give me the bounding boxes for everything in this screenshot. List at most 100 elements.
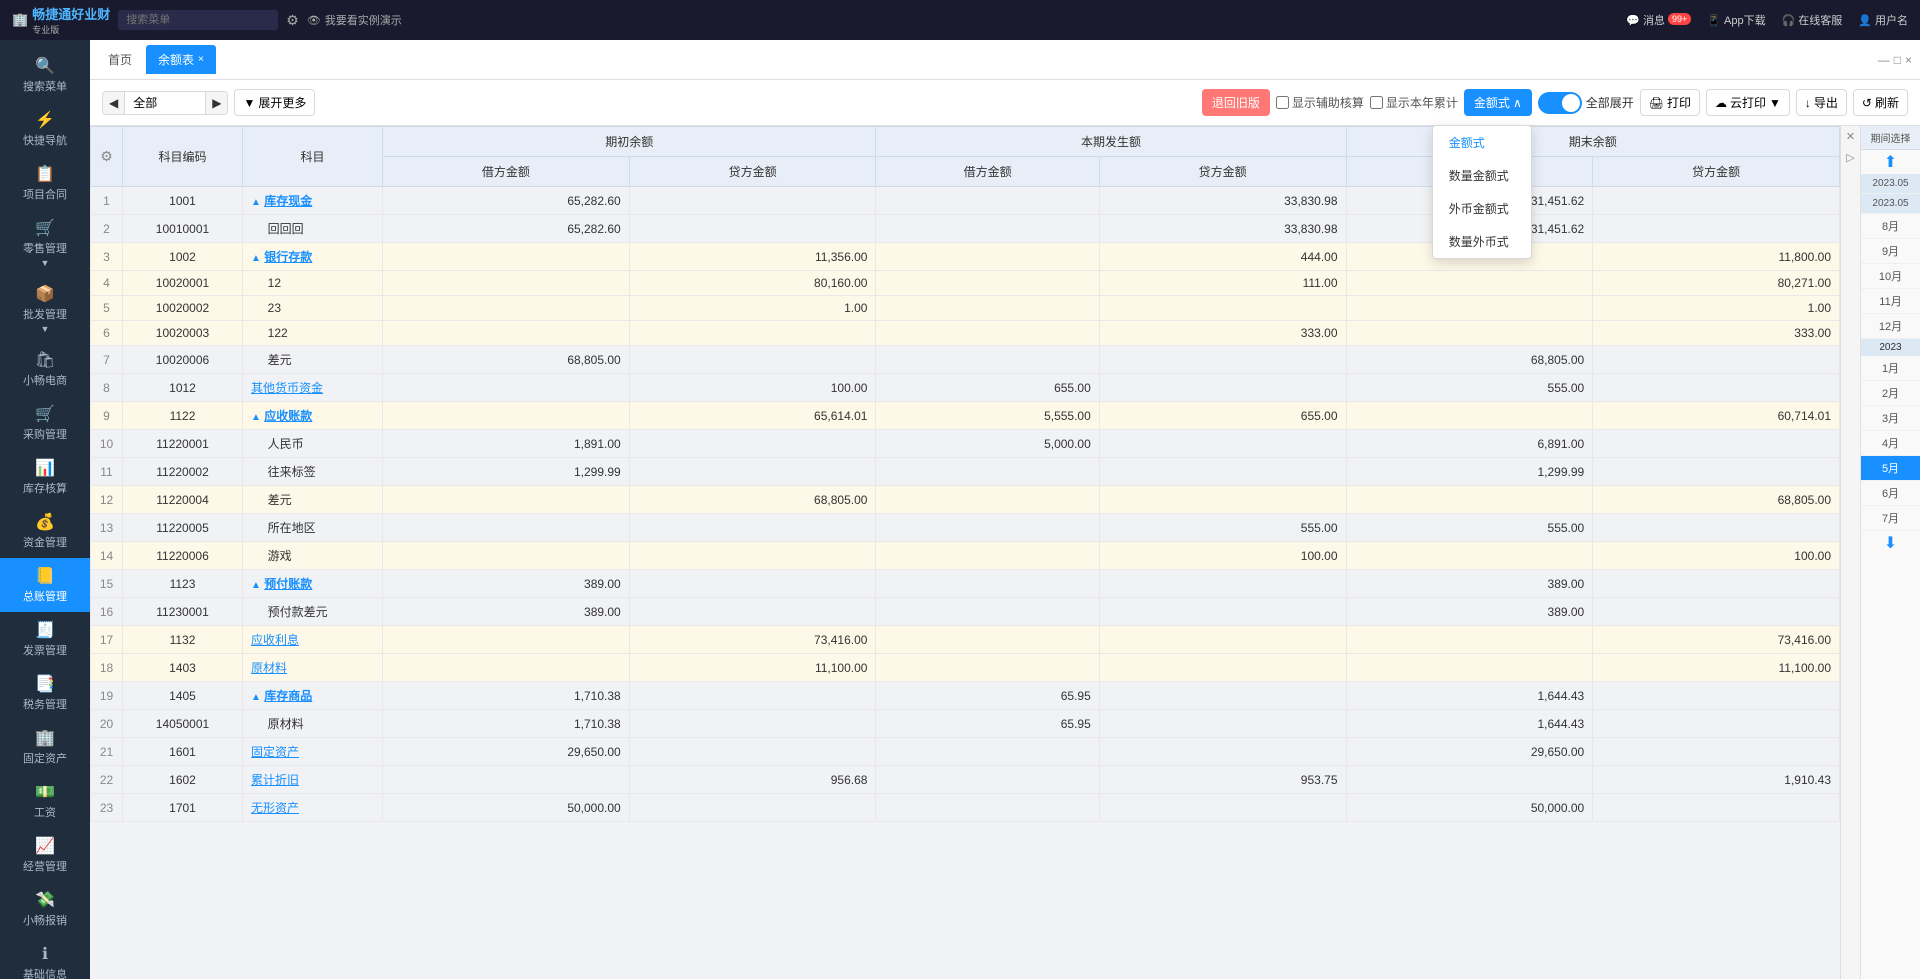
period-nav-up[interactable]: ⬆	[1861, 150, 1920, 174]
settings-col[interactable]: ⚙	[91, 127, 123, 187]
demo-link[interactable]: 👁 我要看实例演示	[307, 12, 402, 28]
sidebar-item-project[interactable]: 📋 项目合同	[0, 156, 90, 210]
row-name-9[interactable]: 人民币	[243, 430, 383, 458]
row-name-8[interactable]: ▲ 应收账款	[243, 402, 383, 430]
right-panel-expand-icon[interactable]: ▷	[1846, 151, 1854, 164]
row-name-10[interactable]: 往来标签	[243, 458, 383, 486]
print-btn[interactable]: 🖨 打印	[1640, 89, 1700, 116]
period-up-icon[interactable]: ⬆	[1884, 152, 1897, 172]
sidebar-item-search[interactable]: 🔍 搜索菜单	[0, 48, 90, 102]
period-8[interactable]: 8月	[1861, 214, 1920, 239]
period-2[interactable]: 2月	[1861, 381, 1920, 406]
row-op-debit-12	[383, 514, 630, 542]
row-name-2[interactable]: ▲ 银行存款	[243, 243, 383, 271]
row-name-20[interactable]: 固定资产	[243, 738, 383, 766]
row-name-5[interactable]: 122	[243, 321, 383, 346]
sidebar-item-quick-nav[interactable]: ⚡ 快捷导航	[0, 102, 90, 156]
row-name-14[interactable]: ▲ 预付账款	[243, 570, 383, 598]
row-name-21[interactable]: 累计折旧	[243, 766, 383, 794]
assist-label: 显示辅助核算	[1292, 94, 1364, 111]
period-3[interactable]: 3月	[1861, 406, 1920, 431]
row-name-16[interactable]: 应收利息	[243, 626, 383, 654]
show-ytd-checkbox[interactable]: 显示本年累计	[1370, 94, 1458, 111]
sidebar-item-invoice[interactable]: 🧾 发票管理	[0, 612, 90, 666]
row-name-1[interactable]: 回回回	[243, 215, 383, 243]
purchase-icon: 🛒	[35, 404, 55, 424]
mode-option-amount[interactable]: 金额式	[1433, 126, 1531, 159]
period-nav-down[interactable]: ⬇	[1861, 531, 1920, 555]
right-panel-close-icon[interactable]: ✕	[1846, 130, 1855, 143]
row-name-13[interactable]: 游戏	[243, 542, 383, 570]
tab-close-btn[interactable]: ×	[198, 54, 204, 65]
sidebar-label-salary: 工资	[34, 804, 56, 820]
row-name-15[interactable]: 预付款差元	[243, 598, 383, 626]
row-name-17[interactable]: 原材料	[243, 654, 383, 682]
expand-more-btn[interactable]: ▼ 展开更多	[234, 89, 315, 116]
app-download-btn[interactable]: 📱 App下载	[1707, 12, 1765, 28]
period-2023-05-end[interactable]: 2023.05	[1861, 194, 1920, 214]
row-name-0[interactable]: ▲ 库存现金	[243, 187, 383, 215]
gear-icon[interactable]: ⚙	[286, 12, 299, 29]
period-6[interactable]: 6月	[1861, 481, 1920, 506]
export-btn[interactable]: ↓ 导出	[1796, 89, 1847, 116]
window-min-btn[interactable]: —	[1878, 53, 1890, 67]
period-12[interactable]: 12月	[1861, 314, 1920, 339]
sidebar-item-salary[interactable]: 💵 工资	[0, 774, 90, 828]
period-9[interactable]: 9月	[1861, 239, 1920, 264]
message-btn[interactable]: 💬 消息 99+	[1626, 12, 1691, 28]
account-search-input[interactable]	[125, 92, 205, 114]
window-max-btn[interactable]: □	[1894, 53, 1901, 67]
period-11[interactable]: 11月	[1861, 289, 1920, 314]
tab-balance-sheet[interactable]: 余额表 ×	[146, 45, 216, 74]
cloud-print-btn[interactable]: ☁ 云打印 ▼	[1706, 89, 1790, 116]
user-avatar[interactable]: 👤 用户名	[1858, 12, 1908, 28]
sidebar-item-assets[interactable]: 🏢 固定资产	[0, 720, 90, 774]
row-name-18[interactable]: ▲ 库存商品	[243, 682, 383, 710]
period-10[interactable]: 10月	[1861, 264, 1920, 289]
sidebar-item-basic[interactable]: ℹ 基础信息	[0, 936, 90, 979]
period-down-icon[interactable]: ⬇	[1884, 533, 1897, 553]
search-next-btn[interactable]: ▶	[205, 92, 227, 114]
tab-home[interactable]: 首页	[98, 45, 142, 74]
row-name-11[interactable]: 差元	[243, 486, 383, 514]
return-old-btn[interactable]: 退回旧版	[1202, 89, 1270, 116]
assist-checkbox-input[interactable]	[1276, 96, 1289, 109]
row-name-22[interactable]: 无形资产	[243, 794, 383, 822]
window-close-btn[interactable]: ×	[1905, 53, 1912, 67]
mode-option-qty-foreign[interactable]: 数量外币式	[1433, 225, 1531, 258]
sidebar-item-expense[interactable]: 💸 小畅报销	[0, 882, 90, 936]
period-5[interactable]: 5月	[1861, 456, 1920, 481]
period-2023-05-start[interactable]: 2023.05	[1861, 174, 1920, 194]
row-name-4[interactable]: 23	[243, 296, 383, 321]
sidebar-item-inventory[interactable]: 📊 库存核算	[0, 450, 90, 504]
row-cl-debit-7: 555.00	[1346, 374, 1593, 402]
toggle-switch[interactable]	[1538, 92, 1582, 114]
ytd-checkbox-input[interactable]	[1370, 96, 1383, 109]
sidebar-item-operations[interactable]: 📈 经营管理	[0, 828, 90, 882]
row-name-19[interactable]: 原材料	[243, 710, 383, 738]
sidebar-item-retail[interactable]: 🛒 零售管理 ▼	[0, 210, 90, 276]
refresh-btn[interactable]: ↺ 刷新	[1853, 89, 1908, 116]
mode-option-foreign-amount[interactable]: 外币金额式	[1433, 192, 1531, 225]
period-4[interactable]: 4月	[1861, 431, 1920, 456]
sidebar-item-fund[interactable]: 💰 资金管理	[0, 504, 90, 558]
mode-option-qty-amount[interactable]: 数量金额式	[1433, 159, 1531, 192]
sidebar-item-purchase[interactable]: 🛒 采购管理	[0, 396, 90, 450]
sidebar-item-ledger[interactable]: 📒 总账管理	[0, 558, 90, 612]
search-input[interactable]	[118, 10, 278, 30]
row-name-7[interactable]: 其他货币资金	[243, 374, 383, 402]
table-settings-icon[interactable]: ⚙	[100, 148, 113, 164]
row-name-6[interactable]: 差元	[243, 346, 383, 374]
sidebar-item-ecommerce[interactable]: 🛍 小畅电商	[0, 342, 90, 396]
row-cur-credit-11	[1099, 486, 1346, 514]
sidebar-item-wholesale[interactable]: 📦 批发管理 ▼	[0, 276, 90, 342]
row-name-12[interactable]: 所在地区	[243, 514, 383, 542]
sidebar-item-tax[interactable]: 📑 税务管理	[0, 666, 90, 720]
period-1[interactable]: 1月	[1861, 356, 1920, 381]
mode-btn[interactable]: 金额式 ∧	[1464, 89, 1532, 116]
service-btn[interactable]: 🎧 在线客服	[1782, 12, 1843, 28]
show-assist-checkbox[interactable]: 显示辅助核算	[1276, 94, 1364, 111]
row-name-3[interactable]: 12	[243, 271, 383, 296]
period-7[interactable]: 7月	[1861, 506, 1920, 531]
search-prev-btn[interactable]: ◀	[103, 92, 125, 114]
